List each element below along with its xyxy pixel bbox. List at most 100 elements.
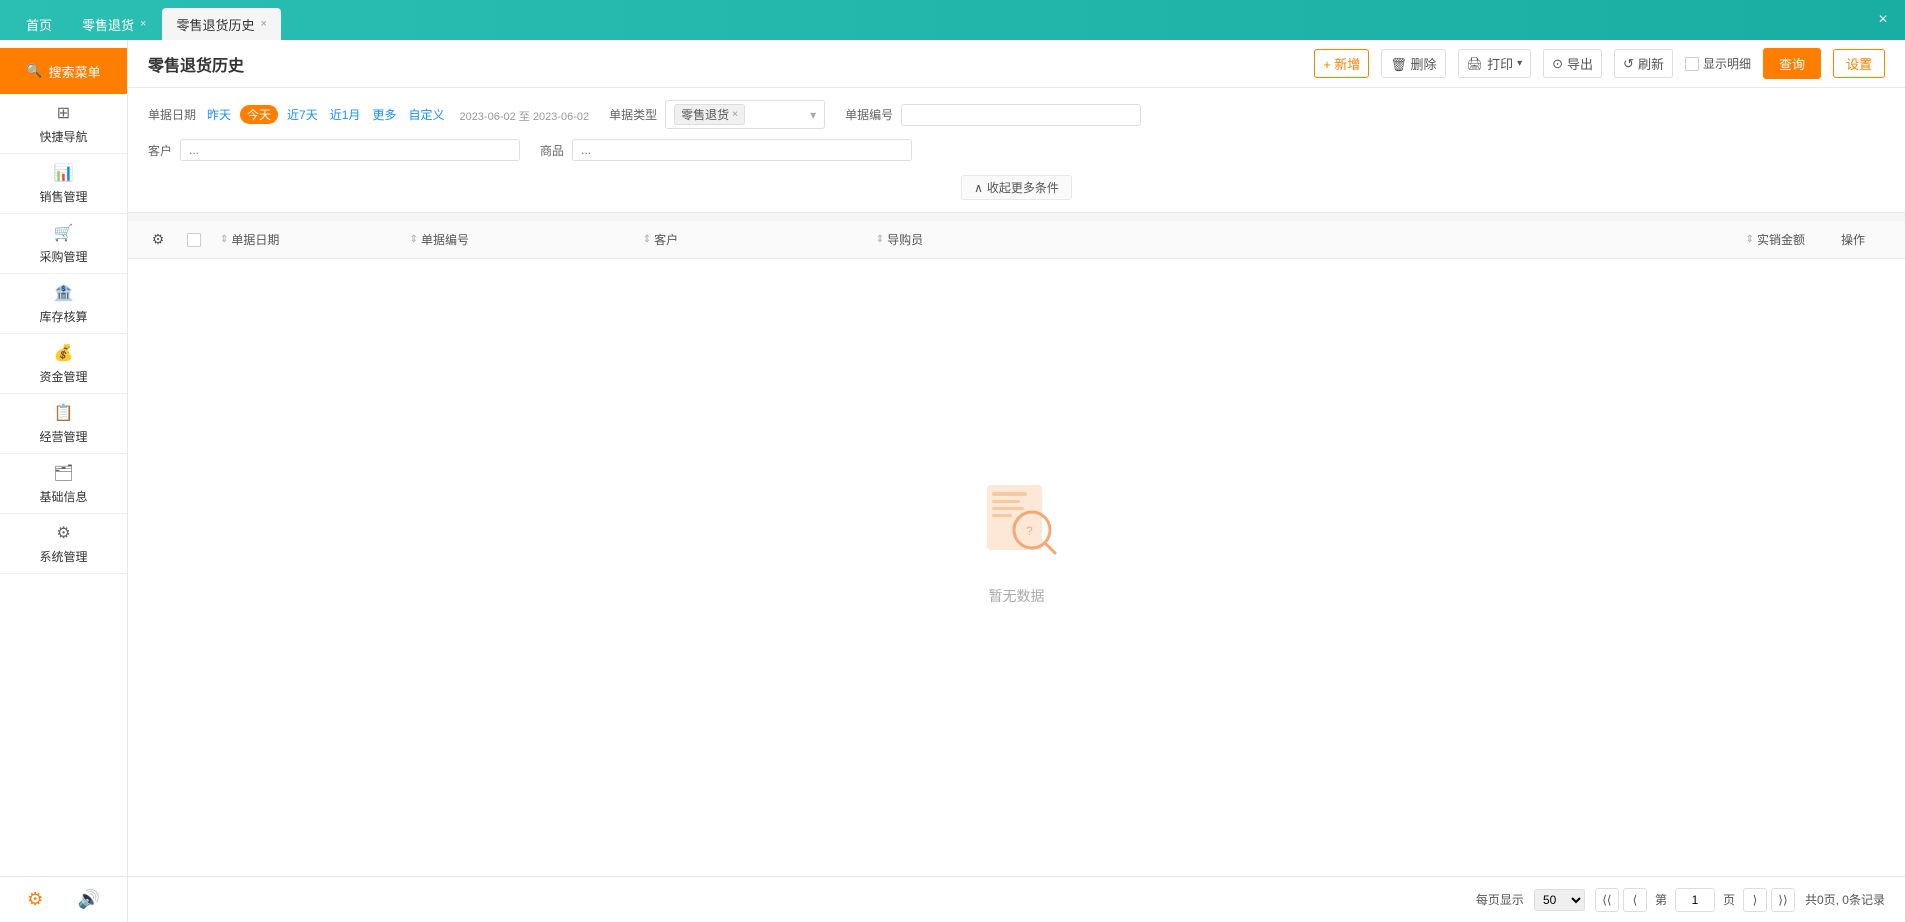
bill-num-label: 单据编号 <box>845 106 893 123</box>
export-label: 导出 <box>1567 54 1593 73</box>
date-opt-1month[interactable]: 近1月 <box>327 105 364 124</box>
bill-num-input[interactable] <box>901 104 1141 126</box>
basic-info-icon: 🗂 <box>53 462 75 484</box>
th-guide[interactable]: ⇕ 导购员 <box>868 231 1058 248</box>
th-customer[interactable]: ⇕ 客户 <box>635 231 868 248</box>
filter-row-2: 客户 商品 <box>148 139 1885 161</box>
search-menu-label: 搜索菜单 <box>49 62 101 81</box>
sales-mgmt-icon: 📊 <box>53 162 75 184</box>
tab-retail-return[interactable]: 零售退货 × <box>68 8 160 40</box>
quick-nav-icon: ⊞ <box>53 102 75 124</box>
select-all-checkbox[interactable] <box>187 233 201 247</box>
date-filter: 单据日期 昨天 今天 近7天 近1月 更多 自定义 2023-06-02 至 2… <box>148 105 589 124</box>
page-prev-button[interactable]: ⟨ <box>1623 888 1647 912</box>
sidebar-item-basic-info[interactable]: 🗂 基础信息 <box>0 454 127 514</box>
goods-input[interactable] <box>572 139 912 161</box>
search-menu-button[interactable]: 🔍 搜索菜单 <box>0 48 127 94</box>
date-opt-7days[interactable]: 近7天 <box>284 105 321 124</box>
top-bar: 首页 零售退货 × 零售退货历史 × × <box>0 0 1905 40</box>
page-unit: 页 <box>1723 891 1735 908</box>
tab-home-label: 首页 <box>26 15 52 34</box>
collapse-label: 收起更多条件 <box>987 179 1059 196</box>
tab-retail-return-history[interactable]: 零售退货历史 × <box>162 8 280 40</box>
customer-input[interactable] <box>180 139 520 161</box>
bill-type-filter: 单据类型 零售退货 × ▾ <box>609 100 825 129</box>
th-amount-label: 实销金额 <box>1757 231 1805 248</box>
tab-retail-return-close[interactable]: × <box>140 18 146 30</box>
empty-state: ? 暂无数据 <box>128 259 1905 876</box>
th-amount[interactable]: ⇕ 实销金额 <box>1652 231 1813 248</box>
sidebar-item-quick-nav[interactable]: ⊞ 快捷导航 <box>0 94 127 154</box>
date-range-display: 2023-06-02 至 2023-06-02 <box>459 108 589 124</box>
bill-type-label: 单据类型 <box>609 106 657 123</box>
table-area: ⚙ ⇕ 单据日期 ⇕ 单据编号 ⇕ 客户 ⇕ <box>128 221 1905 876</box>
print-icon: 🖨 <box>1467 56 1484 72</box>
svg-text:?: ? <box>1026 524 1033 538</box>
page-number-input[interactable] <box>1675 888 1715 912</box>
th-ops-label: 操作 <box>1841 231 1865 248</box>
sidebar-bottom: ⚙ 🔊 <box>0 876 127 922</box>
print-button[interactable]: 🖨 打印 ▾ <box>1458 49 1532 78</box>
th-check <box>176 233 212 247</box>
th-date[interactable]: ⇕ 单据日期 <box>212 231 402 248</box>
sidebar-item-fund-mgmt[interactable]: 💰 资金管理 <box>0 334 127 394</box>
print-label: 打印 <box>1487 54 1513 73</box>
main-layout: 🔍 搜索菜单 ⊞ 快捷导航 📊 销售管理 🛒 采购管理 🏦 库存核算 💰 资金管… <box>0 40 1905 922</box>
display-detail-checkbox[interactable] <box>1685 57 1699 71</box>
date-opt-custom[interactable]: 自定义 <box>405 105 447 124</box>
th-guide-sort-icon: ⇕ <box>876 234 884 245</box>
sidebar-item-ops-mgmt[interactable]: 📋 经营管理 <box>0 394 127 454</box>
th-guide-label: 导购员 <box>887 231 923 248</box>
display-detail-label: 显示明细 <box>1703 55 1751 72</box>
page-next-button[interactable]: ⟩ <box>1743 888 1767 912</box>
refresh-label: 刷新 <box>1638 54 1664 73</box>
sidebar-item-label-ops-mgmt: 经营管理 <box>39 428 87 445</box>
query-button[interactable]: 查询 <box>1763 48 1821 79</box>
th-num[interactable]: ⇕ 单据编号 <box>402 231 635 248</box>
sidebar-item-label-purchase-mgmt: 采购管理 <box>39 248 87 265</box>
settings-gear-icon[interactable]: ⚙ <box>152 231 165 248</box>
print-chevron-icon: ▾ <box>1517 58 1522 69</box>
sidebar-item-purchase-mgmt[interactable]: 🛒 采购管理 <box>0 214 127 274</box>
delete-button[interactable]: 🗑 删除 <box>1381 49 1445 78</box>
date-opt-yesterday[interactable]: 昨天 <box>204 105 234 124</box>
date-opt-more[interactable]: 更多 <box>369 105 399 124</box>
collapse-row: ∧ 收起更多条件 <box>148 171 1885 204</box>
collapse-button[interactable]: ∧ 收起更多条件 <box>961 175 1072 200</box>
page-size-select[interactable]: 10 20 50 100 <box>1534 889 1585 911</box>
refresh-button[interactable]: ↺ 刷新 <box>1614 49 1673 78</box>
bill-type-tag-label: 零售退货 <box>681 106 729 123</box>
new-button[interactable]: + 新增 <box>1314 49 1369 78</box>
th-settings[interactable]: ⚙ <box>140 231 176 248</box>
tab-retail-return-history-close[interactable]: × <box>260 18 266 30</box>
bill-type-select[interactable]: 零售退货 × ▾ <box>665 100 825 129</box>
th-num-label: 单据编号 <box>421 231 469 248</box>
window-close-button[interactable]: × <box>1873 10 1893 30</box>
date-filter-label: 单据日期 <box>148 106 196 123</box>
date-opt-today[interactable]: 今天 <box>240 105 278 124</box>
purchase-mgmt-icon: 🛒 <box>53 222 75 244</box>
page-title: 零售退货历史 <box>148 52 244 76</box>
refresh-icon: ↺ <box>1623 56 1634 72</box>
settings-button[interactable]: 设置 <box>1833 49 1885 78</box>
th-amount-sort-icon: ⇕ <box>1746 234 1754 245</box>
sys-mgmt-icon: ⚙ <box>53 522 75 544</box>
sidebar-item-label-quick-nav: 快捷导航 <box>39 128 87 145</box>
th-num-sort-icon: ⇕ <box>410 234 418 245</box>
search-icon: 🔍 <box>26 63 42 79</box>
page-first-button[interactable]: ⟨⟨ <box>1595 888 1619 912</box>
sidebar-item-sys-mgmt[interactable]: ⚙ 系统管理 <box>0 514 127 574</box>
date-options: 昨天 今天 近7天 近1月 更多 自定义 <box>204 105 447 124</box>
settings-icon[interactable]: ⚙ <box>27 889 43 910</box>
sidebar-item-stock-check[interactable]: 🏦 库存核算 <box>0 274 127 334</box>
goods-label: 商品 <box>540 142 564 159</box>
ops-mgmt-icon: 📋 <box>53 402 75 424</box>
sidebar-item-sales-mgmt[interactable]: 📊 销售管理 <box>0 154 127 214</box>
page-last-button[interactable]: ⟩⟩ <box>1771 888 1795 912</box>
volume-icon[interactable]: 🔊 <box>77 889 99 910</box>
export-button[interactable]: ⊙ 导出 <box>1543 49 1602 78</box>
tab-home[interactable]: 首页 <box>12 8 66 40</box>
sidebar-item-label-basic-info: 基础信息 <box>39 488 87 505</box>
bill-type-tag-close[interactable]: × <box>732 109 738 120</box>
display-detail-toggle[interactable]: 显示明细 <box>1685 55 1751 72</box>
